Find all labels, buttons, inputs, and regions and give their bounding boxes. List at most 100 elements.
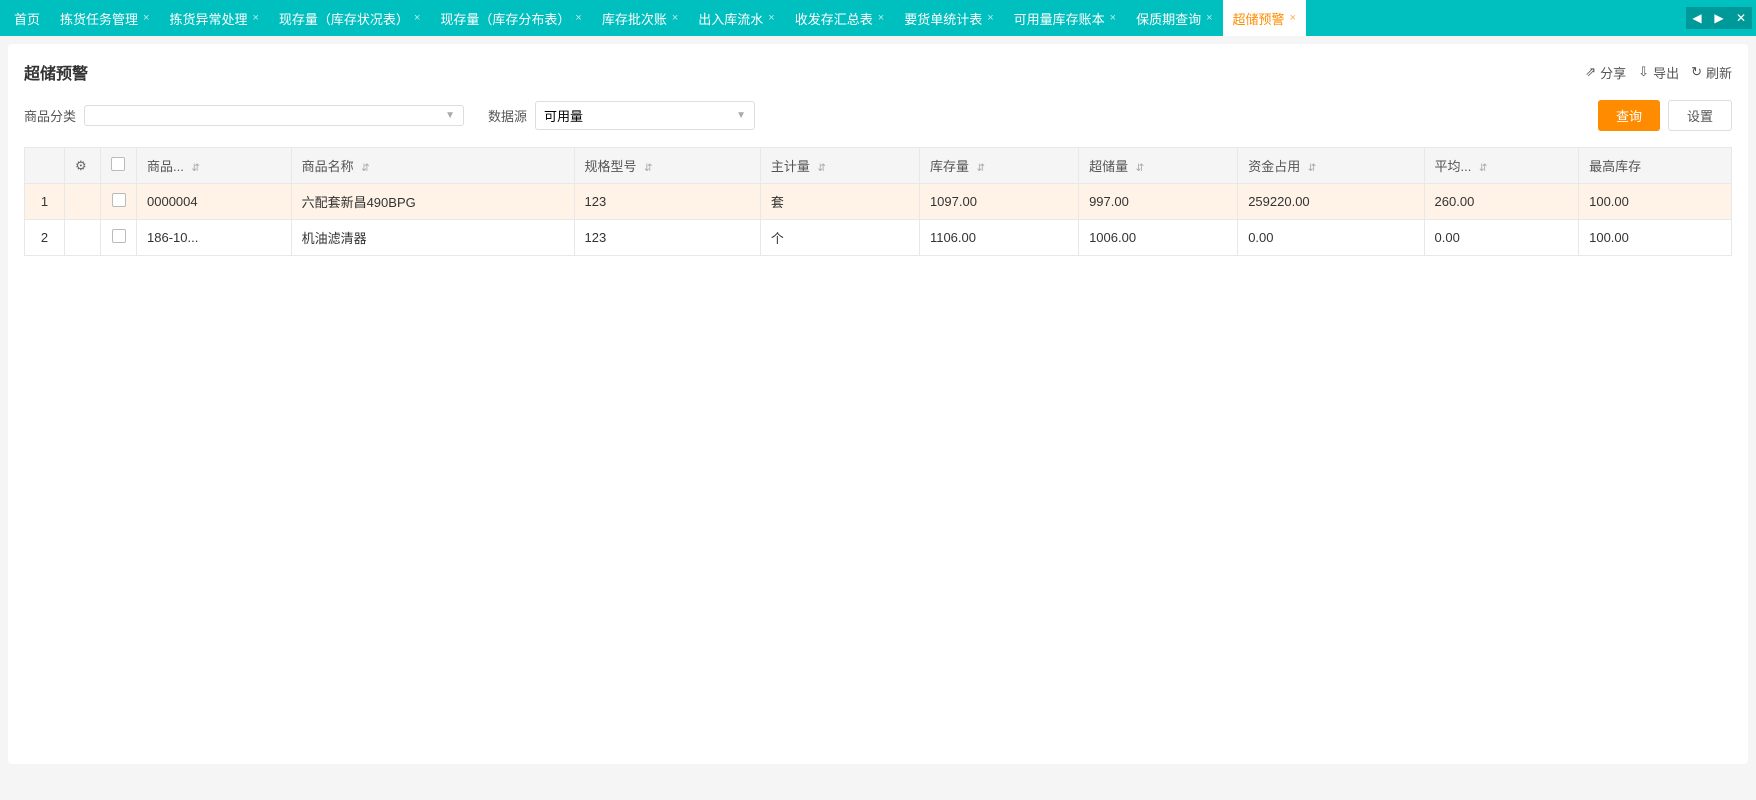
close-icon[interactable]: × bbox=[1290, 12, 1296, 24]
nav-label: 现存量（库存状况表） bbox=[279, 9, 409, 28]
nav-item-----[interactable]: 超储预警 × bbox=[1223, 0, 1306, 36]
cell-capital: 259220.00 bbox=[1238, 184, 1424, 220]
row-index: 2 bbox=[25, 220, 65, 256]
cell-over-stock: 1006.00 bbox=[1079, 220, 1238, 256]
cell-over-stock: 997.00 bbox=[1079, 184, 1238, 220]
col-unit: 主计量 ⇵ bbox=[760, 148, 919, 184]
category-filter: 商品分类 ▼ bbox=[24, 105, 464, 126]
nav-item------[interactable]: 库存批次账 × bbox=[592, 0, 688, 36]
close-icon[interactable]: × bbox=[1206, 12, 1212, 24]
nav-close-button[interactable]: ✕ bbox=[1730, 7, 1752, 29]
sort-icon: ⇵ bbox=[191, 163, 199, 174]
col-product-code: 商品... ⇵ bbox=[137, 148, 292, 184]
cell-capital: 0.00 bbox=[1238, 220, 1424, 256]
nav-label: 现存量（库存分布表） bbox=[440, 9, 570, 28]
cell-product-name: 六配套新昌490BPG bbox=[291, 184, 574, 220]
sort-icon-4: ⇵ bbox=[817, 163, 825, 174]
close-icon[interactable]: × bbox=[414, 12, 420, 24]
nav-item---[interactable]: 首页 bbox=[4, 0, 50, 36]
chevron-down-icon: ▼ bbox=[445, 110, 455, 121]
filter-row: 商品分类 ▼ 数据源 可用量 ▼ 查询 设置 bbox=[24, 100, 1732, 131]
col-index-header bbox=[25, 148, 65, 184]
close-icon[interactable]: × bbox=[768, 12, 774, 24]
cell-avg: 260.00 bbox=[1424, 184, 1579, 220]
chevron-down-icon-2: ▼ bbox=[736, 110, 746, 121]
nav-item--------[interactable]: 可用量库存账本× bbox=[1004, 0, 1126, 36]
sort-icon-7: ⇵ bbox=[1308, 163, 1316, 174]
row-checkbox-cell bbox=[101, 184, 137, 220]
close-icon[interactable]: × bbox=[143, 12, 149, 24]
cell-product-code: 0000004 bbox=[137, 184, 292, 220]
top-navigation: 首页拣货任务管理×拣货异常处理×现存量（库存状况表）×现存量（库存分布表）×库存… bbox=[0, 0, 1756, 36]
close-icon[interactable]: × bbox=[575, 12, 581, 24]
nav-prev-button[interactable]: ◀ bbox=[1686, 7, 1708, 29]
share-icon: ⇗ bbox=[1585, 64, 1596, 80]
sort-icon-2: ⇵ bbox=[361, 163, 369, 174]
datasource-value: 可用量 bbox=[544, 106, 583, 125]
row-index: 1 bbox=[25, 184, 65, 220]
cell-stock: 1106.00 bbox=[919, 220, 1078, 256]
query-button[interactable]: 查询 bbox=[1598, 100, 1660, 131]
cell-spec: 123 bbox=[574, 220, 760, 256]
nav-label: 拣货任务管理 bbox=[60, 9, 138, 28]
col-max-stock: 最高库存 bbox=[1579, 148, 1732, 184]
category-label: 商品分类 bbox=[24, 106, 76, 125]
page-content: 超储预警 ⇗ 分享 ⇩ 导出 ↻ 刷新 商品分类 ▼ 数据源 bbox=[8, 44, 1748, 764]
category-select[interactable]: ▼ bbox=[84, 105, 464, 126]
nav-next-button[interactable]: ▶ bbox=[1708, 7, 1730, 29]
filter-actions: 查询 设置 bbox=[1598, 100, 1732, 131]
settings-gear-icon[interactable]: ⚙ bbox=[75, 158, 87, 173]
nav-label: 保质期查询 bbox=[1136, 9, 1201, 28]
header-checkbox[interactable] bbox=[111, 157, 125, 171]
gear-header: ⚙ bbox=[65, 148, 101, 184]
nav-item-------[interactable]: 拣货任务管理 × bbox=[50, 0, 159, 36]
nav-item-----------[interactable]: 现存量（库存分布表） × bbox=[430, 0, 591, 36]
nav-label: 收发存汇总表 bbox=[795, 9, 873, 28]
datasource-select[interactable]: 可用量 ▼ bbox=[535, 101, 755, 130]
settings-button[interactable]: 设置 bbox=[1668, 100, 1732, 131]
row-actions bbox=[65, 220, 101, 256]
cell-avg: 0.00 bbox=[1424, 220, 1579, 256]
close-icon[interactable]: × bbox=[1110, 12, 1116, 24]
row-checkbox[interactable] bbox=[112, 229, 126, 243]
nav-label: 拣货异常处理 bbox=[169, 9, 247, 28]
col-spec: 规格型号 ⇵ bbox=[574, 148, 760, 184]
cell-product-code: 186-10... bbox=[137, 220, 292, 256]
nav-label: 出入库流水 bbox=[698, 9, 763, 28]
cell-max-stock: 100.00 bbox=[1579, 220, 1732, 256]
cell-product-name: 机油滤清器 bbox=[291, 220, 574, 256]
sort-icon-3: ⇵ bbox=[644, 163, 652, 174]
table-row: 2 186-10... 机油滤清器 123 个 1106.00 1006.00 … bbox=[25, 220, 1732, 256]
close-icon[interactable]: × bbox=[252, 12, 258, 24]
nav-item-------[interactable]: 要货单统计表× bbox=[894, 0, 1003, 36]
sort-icon-5: ⇵ bbox=[977, 163, 985, 174]
datasource-filter: 数据源 可用量 ▼ bbox=[488, 101, 755, 130]
sort-icon-6: ⇵ bbox=[1136, 163, 1144, 174]
close-icon[interactable]: × bbox=[987, 12, 993, 24]
row-checkbox-cell bbox=[101, 220, 137, 256]
nav-item------[interactable]: 出入库流水 × bbox=[688, 0, 784, 36]
nav-label: 超储预警 bbox=[1233, 9, 1285, 28]
refresh-button[interactable]: ↻ 刷新 bbox=[1691, 63, 1732, 82]
share-button[interactable]: ⇗ 分享 bbox=[1585, 63, 1626, 82]
cell-unit: 个 bbox=[760, 220, 919, 256]
sort-icon-8: ⇵ bbox=[1479, 163, 1487, 174]
checkbox-header bbox=[101, 148, 137, 184]
nav-item-------[interactable]: 收发存汇总表 × bbox=[785, 0, 894, 36]
nav-item-----------[interactable]: 现存量（库存状况表） × bbox=[269, 0, 430, 36]
col-capital: 资金占用 ⇵ bbox=[1238, 148, 1424, 184]
cell-stock: 1097.00 bbox=[919, 184, 1078, 220]
row-actions bbox=[65, 184, 101, 220]
export-button[interactable]: ⇩ 导出 bbox=[1638, 63, 1679, 82]
data-table: ⚙ 商品... ⇵ 商品名称 ⇵ 规格型号 ⇵ 主计量 ⇵ 库存量 ⇵ 超储量 … bbox=[24, 147, 1732, 256]
cell-unit: 套 bbox=[760, 184, 919, 220]
nav-label: 库存批次账 bbox=[602, 9, 667, 28]
close-icon[interactable]: × bbox=[878, 12, 884, 24]
refresh-icon: ↻ bbox=[1691, 64, 1702, 80]
row-checkbox[interactable] bbox=[112, 193, 126, 207]
close-icon[interactable]: × bbox=[672, 12, 678, 24]
nav-item------[interactable]: 保质期查询 × bbox=[1126, 0, 1222, 36]
nav-item-------[interactable]: 拣货异常处理 × bbox=[159, 0, 268, 36]
datasource-label: 数据源 bbox=[488, 106, 527, 125]
header-actions: ⇗ 分享 ⇩ 导出 ↻ 刷新 bbox=[1585, 63, 1732, 82]
